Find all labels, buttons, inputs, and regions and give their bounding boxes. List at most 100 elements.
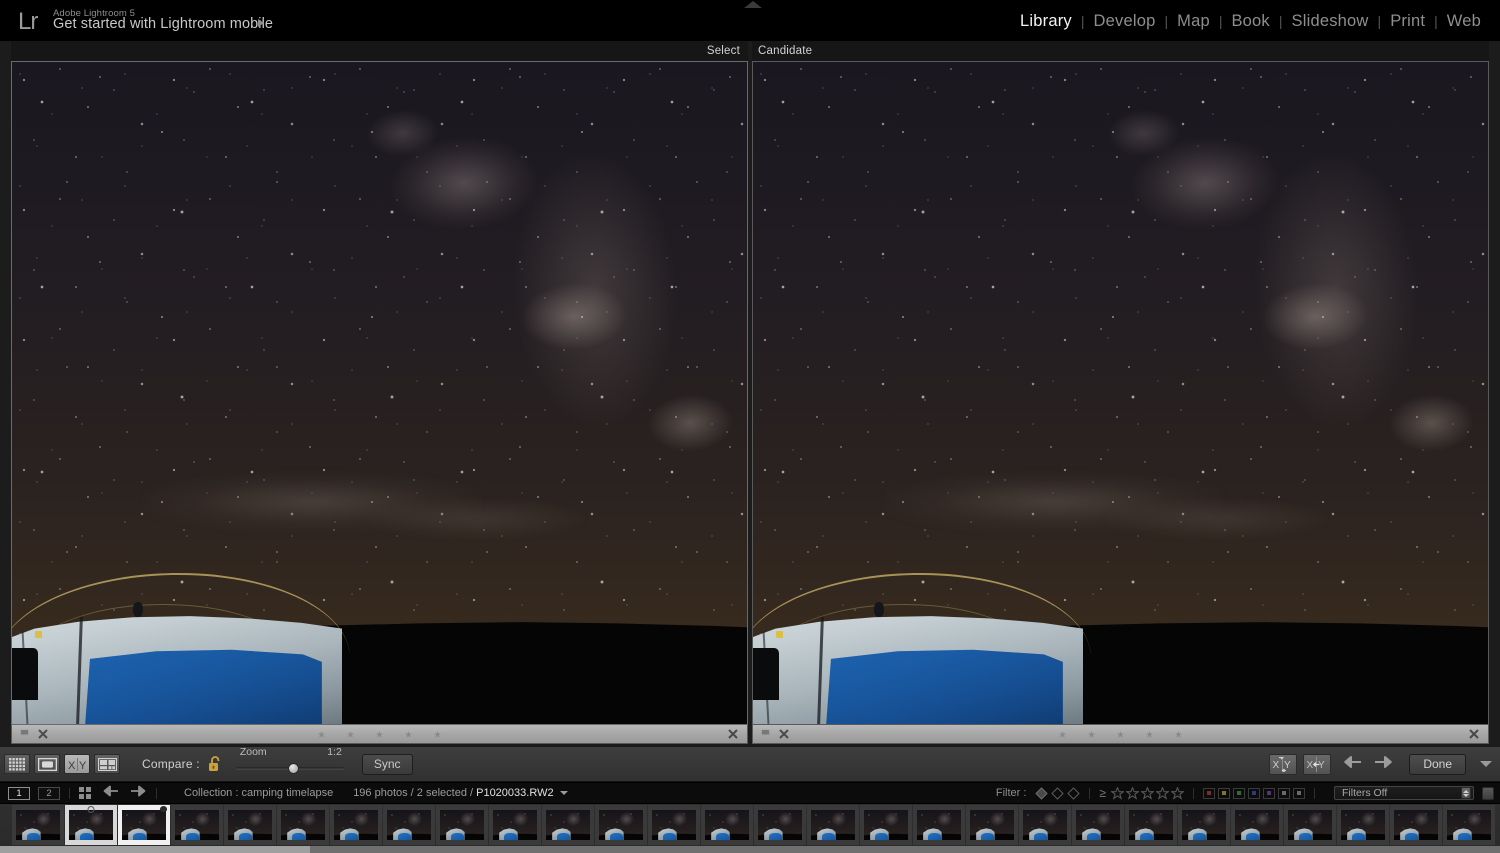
filmstrip[interactable]: [0, 804, 1500, 853]
identity-plate-arrow-icon[interactable]: [258, 19, 264, 27]
filmstrip-thumbnail[interactable]: [701, 805, 753, 845]
filmstrip-thumbnail[interactable]: [436, 805, 488, 845]
filmstrip-thumbnail[interactable]: [1125, 805, 1177, 845]
filmstrip-thumbnail[interactable]: [12, 805, 64, 845]
star-icon[interactable]: [1088, 730, 1095, 738]
star-icon[interactable]: [1146, 730, 1153, 738]
filmstrip-thumbnail[interactable]: [1337, 805, 1389, 845]
select-photo[interactable]: [11, 61, 748, 725]
back-arrow-icon[interactable]: [102, 784, 119, 802]
filmstrip-thumbnail[interactable]: [277, 805, 329, 845]
zoom-slider-knob[interactable]: [287, 762, 299, 774]
candidate-photo[interactable]: [752, 61, 1489, 725]
page-button-1[interactable]: 1: [8, 786, 30, 800]
filmstrip-thumbnail[interactable]: [1019, 805, 1071, 845]
star-icon[interactable]: [318, 730, 325, 738]
zoom-slider[interactable]: Zoom 1:2: [235, 746, 344, 774]
star-icon[interactable]: [1141, 786, 1154, 800]
filmstrip-thumbnail[interactable]: [648, 805, 700, 845]
filmstrip-scrollbar-thumb[interactable]: [0, 846, 310, 853]
filmstrip-thumbnail[interactable]: [542, 805, 594, 845]
color-label-red[interactable]: [1203, 787, 1215, 799]
swap-select-candidate-icon[interactable]: X Y: [1269, 753, 1298, 775]
loupe-view-icon[interactable]: [34, 754, 60, 774]
star-icon[interactable]: [1156, 786, 1169, 800]
star-icon[interactable]: [376, 730, 383, 738]
star-icon[interactable]: [1126, 786, 1139, 800]
module-develop[interactable]: Develop: [1085, 12, 1165, 31]
filmstrip-thumbnail[interactable]: [754, 805, 806, 845]
candidate-pane[interactable]: Candidate: [752, 41, 1489, 746]
forward-arrow-icon[interactable]: [130, 784, 147, 802]
filmstrip-thumbnail[interactable]: [1443, 805, 1495, 845]
module-print[interactable]: Print: [1381, 12, 1434, 31]
chevron-down-icon[interactable]: [1480, 761, 1492, 767]
filmstrip-thumbnail[interactable]: [913, 805, 965, 845]
top-panel-collapse-arrow-icon[interactable]: [744, 1, 762, 8]
flag-unflagged-icon[interactable]: [1051, 786, 1065, 800]
filmstrip-thumbnail[interactable]: [489, 805, 541, 845]
star-icon[interactable]: [1111, 786, 1124, 800]
reject-x-icon[interactable]: [778, 728, 790, 740]
module-library[interactable]: Library: [1011, 12, 1081, 31]
filmstrip-thumbnail[interactable]: [330, 805, 382, 845]
star-icon[interactable]: [347, 730, 354, 738]
filmstrip-thumbnail[interactable]: [171, 805, 223, 845]
filmstrip-thumbnail[interactable]: [118, 805, 170, 845]
filmstrip-thumbnail[interactable]: [1284, 805, 1336, 845]
color-label-custom[interactable]: [1293, 787, 1305, 799]
star-icon[interactable]: [1059, 730, 1066, 738]
page-button-2[interactable]: 2: [38, 786, 60, 800]
sync-button[interactable]: Sync: [361, 753, 413, 775]
select-close-icon[interactable]: [727, 728, 739, 740]
star-icon[interactable]: [1175, 730, 1182, 738]
done-button[interactable]: Done: [1409, 753, 1466, 775]
filmstrip-thumbnail[interactable]: [1072, 805, 1124, 845]
candidate-close-icon[interactable]: [1468, 728, 1480, 740]
color-label-green[interactable]: [1233, 787, 1245, 799]
module-slideshow[interactable]: Slideshow: [1283, 12, 1378, 31]
flag-icon[interactable]: [19, 729, 30, 740]
flag-icon[interactable]: [760, 729, 771, 740]
zoom-slider-track[interactable]: [235, 762, 344, 774]
filmstrip-scrollbar-track[interactable]: [0, 846, 1500, 853]
grid-view-icon[interactable]: [4, 754, 30, 774]
compare-view-icon[interactable]: X Y: [64, 754, 90, 774]
filter-lock-icon[interactable]: [1482, 786, 1494, 800]
module-map[interactable]: Map: [1168, 12, 1219, 31]
color-label-blue[interactable]: [1248, 787, 1260, 799]
module-web[interactable]: Web: [1438, 12, 1490, 31]
filmstrip-thumbnail[interactable]: [1231, 805, 1283, 845]
filmstrip-thumbnail[interactable]: [383, 805, 435, 845]
make-select-icon[interactable]: X Y: [1303, 753, 1332, 775]
star-icon[interactable]: [434, 730, 441, 738]
flag-pick-icon[interactable]: [1035, 786, 1049, 800]
unlocked-padlock-icon[interactable]: [208, 755, 222, 773]
filmstrip-thumbnail[interactable]: [1178, 805, 1230, 845]
survey-view-icon[interactable]: [94, 754, 120, 774]
thumbnail-badge-icon[interactable]: [160, 806, 167, 812]
filmstrip-thumbnail[interactable]: [860, 805, 912, 845]
star-icon[interactable]: [1117, 730, 1124, 738]
flag-reject-icon[interactable]: [1067, 786, 1081, 800]
filmstrip-thumbnail[interactable]: [807, 805, 859, 845]
reject-x-icon[interactable]: [37, 728, 49, 740]
filter-preset-stepper-icon[interactable]: [1461, 787, 1471, 799]
module-book[interactable]: Book: [1222, 12, 1278, 31]
select-pane[interactable]: Select: [11, 41, 748, 746]
filmstrip-thumbnail[interactable]: [966, 805, 1018, 845]
color-label-yellow[interactable]: [1218, 787, 1230, 799]
star-icon[interactable]: [405, 730, 412, 738]
filmstrip-thumbnail[interactable]: [65, 805, 117, 845]
rating-operator[interactable]: ≥: [1099, 786, 1106, 800]
star-icon[interactable]: [1171, 786, 1184, 800]
grid-toggle-icon[interactable]: [79, 787, 91, 799]
filmstrip-thumbnail[interactable]: [595, 805, 647, 845]
filter-preset-dropdown[interactable]: Filters Off: [1334, 786, 1474, 800]
next-photo-arrow-icon[interactable]: [1374, 755, 1393, 774]
filmstrip-thumbnail[interactable]: [224, 805, 276, 845]
thumbnail-flag-badge-icon[interactable]: [87, 806, 95, 813]
color-label-purple[interactable]: [1263, 787, 1275, 799]
filename-dropdown-caret-icon[interactable]: [559, 791, 568, 795]
previous-photo-arrow-icon[interactable]: [1343, 755, 1362, 774]
